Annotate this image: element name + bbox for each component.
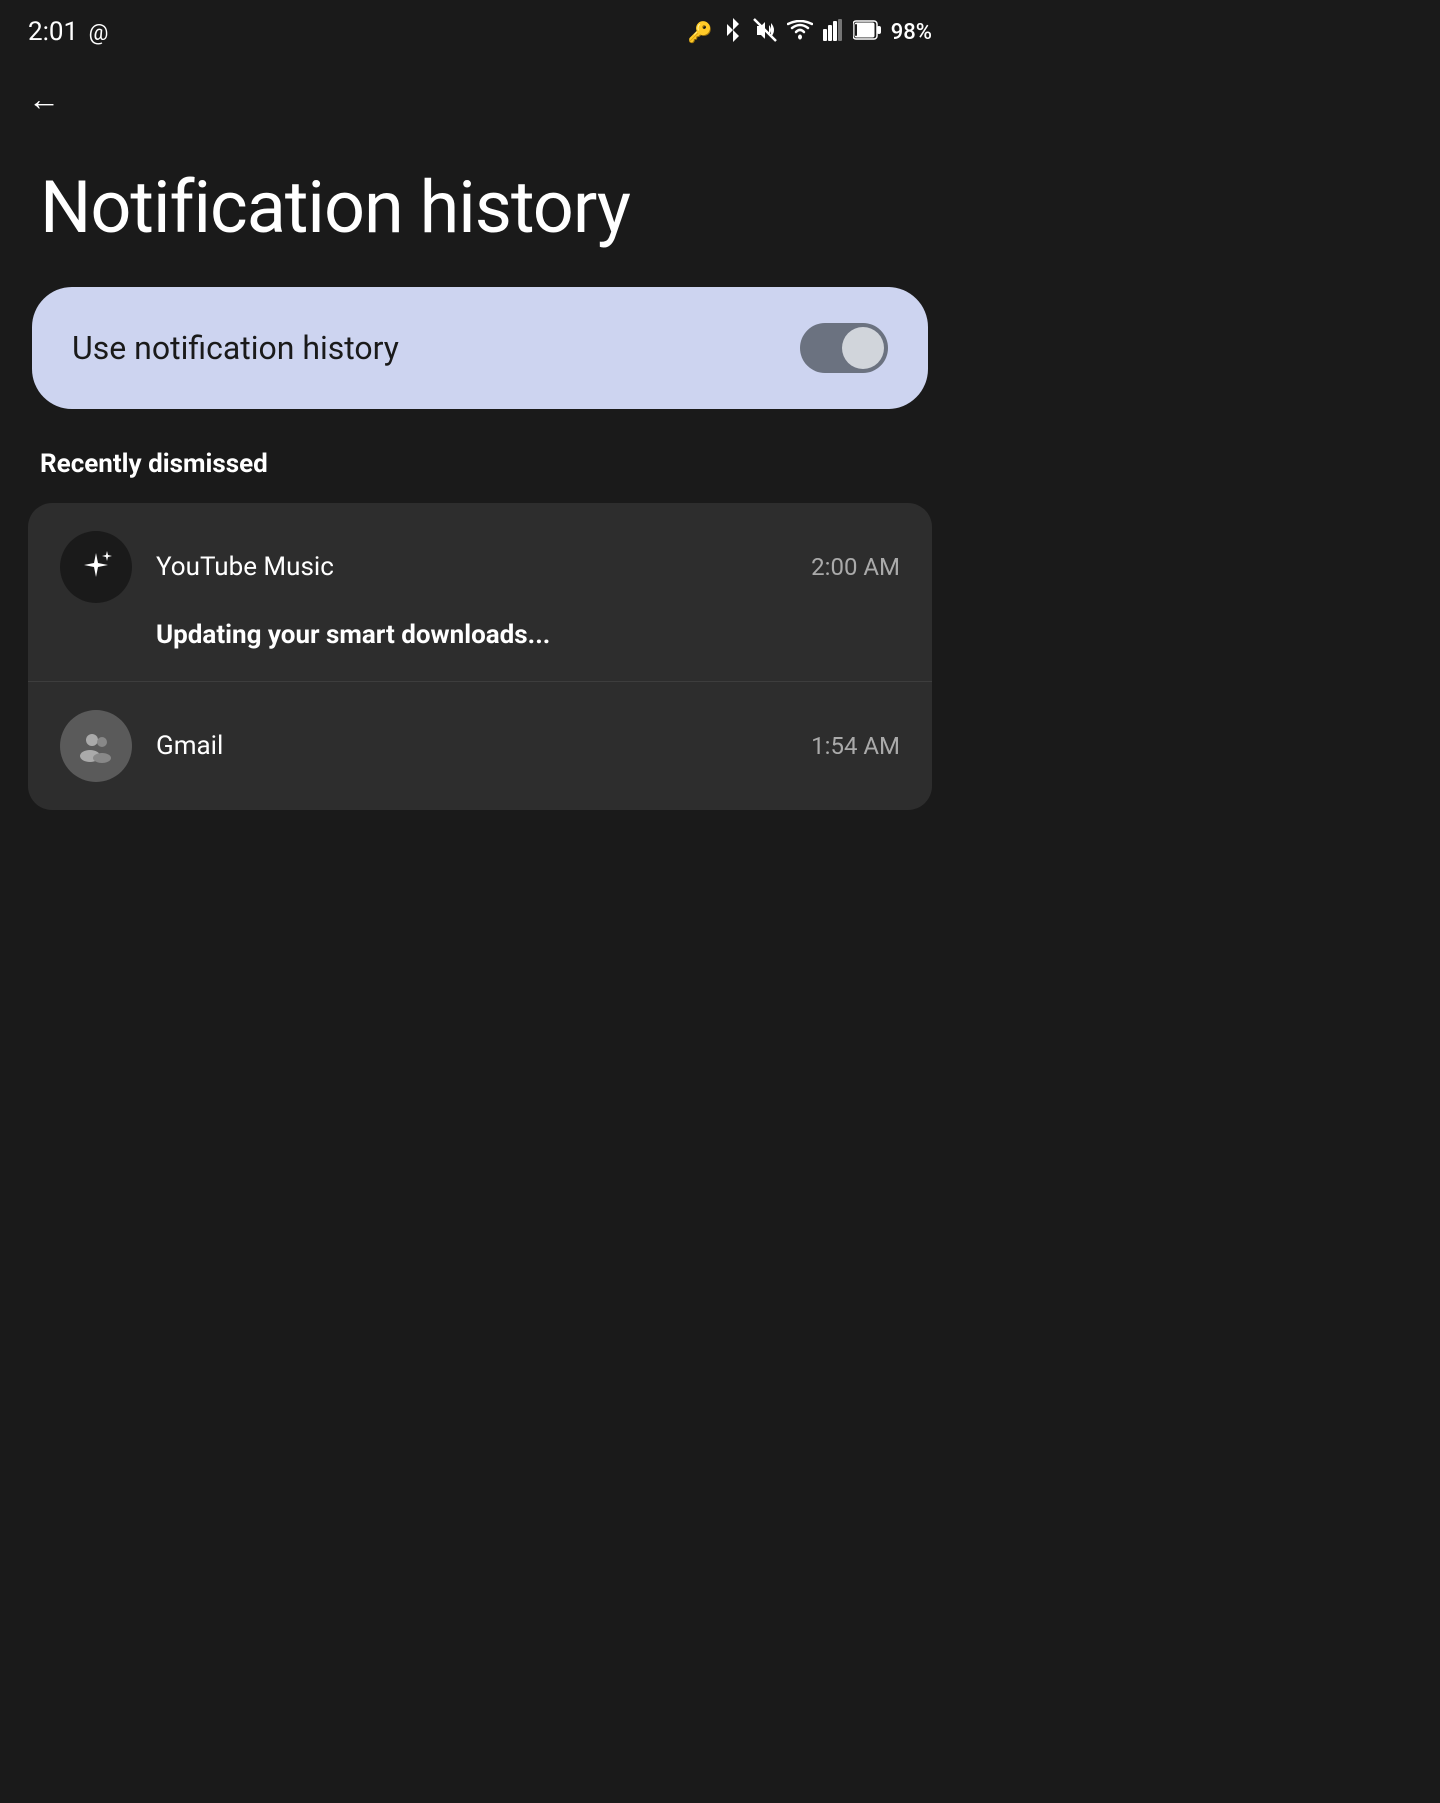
mute-icon [753, 18, 777, 46]
toggle-knob [842, 327, 884, 369]
notification-history-toggle[interactable] [800, 323, 888, 373]
notification-gmail: Gmail 1:54 AM [28, 681, 932, 810]
back-arrow-icon: ← [28, 80, 60, 118]
bluetooth-icon [723, 18, 743, 46]
status-time: 2:01 @ [28, 17, 108, 47]
gmail-notification-header: Gmail 1:54 AM [60, 710, 900, 782]
youtube-music-app-name: YouTube Music [156, 552, 334, 582]
notification-header: YouTube Music 2:00 AM [60, 531, 900, 603]
youtube-music-icon [60, 531, 132, 603]
back-button[interactable]: ← [0, 60, 960, 128]
battery-icon [853, 19, 881, 45]
recently-dismissed-label: Recently dismissed [0, 449, 960, 503]
status-bar: 2:01 @ 🔑 [0, 0, 960, 60]
gmail-icon [60, 710, 132, 782]
notification-youtube-music: YouTube Music 2:00 AM Updating your smar… [28, 503, 932, 681]
youtube-music-meta: YouTube Music 2:00 AM [156, 552, 900, 582]
gmail-app-name: Gmail [156, 731, 223, 761]
gmail-time: 1:54 AM [811, 732, 900, 760]
gmail-meta: Gmail 1:54 AM [156, 731, 900, 761]
status-icons: 🔑 [688, 18, 932, 46]
page-title: Notification history [0, 128, 960, 287]
key-icon: 🔑 [688, 20, 713, 44]
youtube-music-time: 2:00 AM [811, 553, 900, 581]
notification-history-toggle-container[interactable]: Use notification history [32, 287, 928, 409]
wifi-icon [787, 20, 813, 44]
signal-icon [823, 19, 843, 45]
youtube-music-body: Updating your smart downloads... [60, 619, 900, 653]
battery-percentage: 98% [891, 20, 932, 45]
toggle-label: Use notification history [72, 329, 399, 367]
notifications-container: YouTube Music 2:00 AM Updating your smar… [28, 503, 932, 810]
